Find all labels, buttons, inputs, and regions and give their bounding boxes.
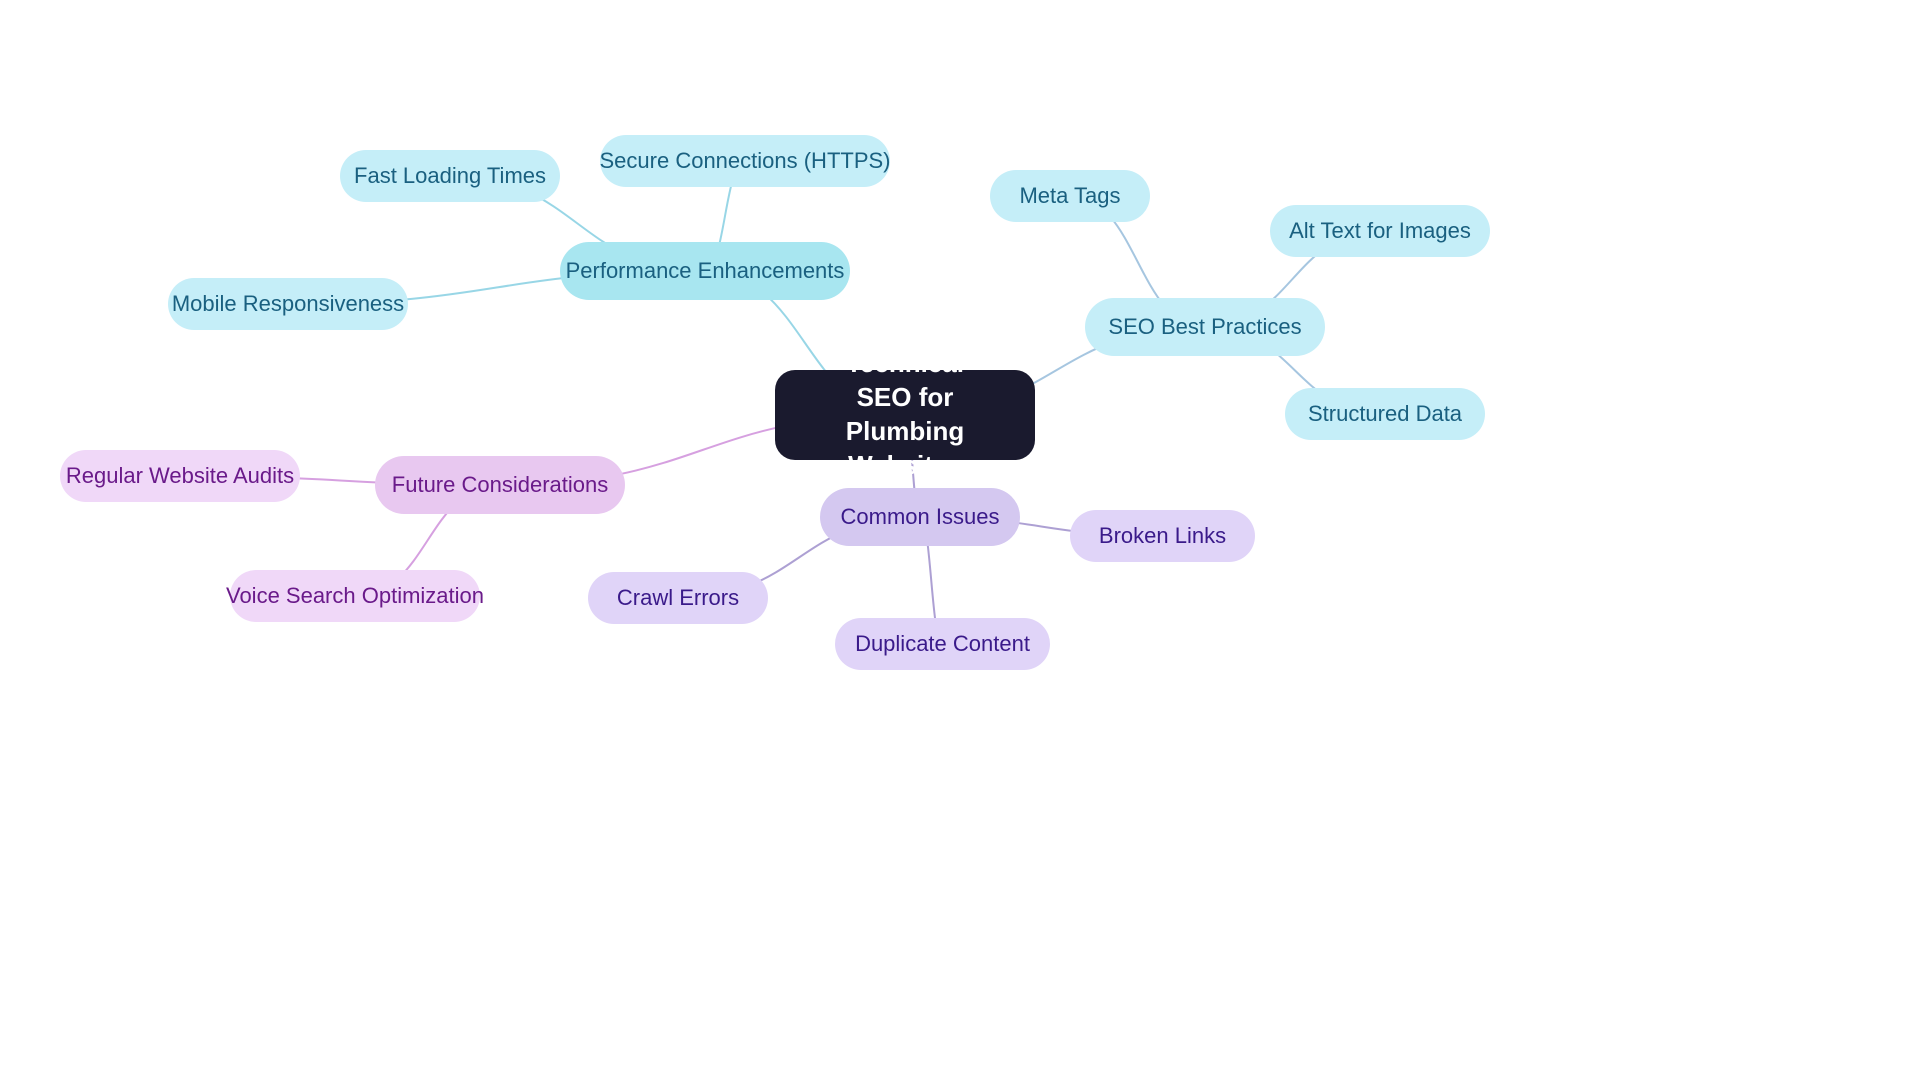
seo-best-practices-node[interactable]: SEO Best Practices [1085, 298, 1325, 356]
fast-loading-node[interactable]: Fast Loading Times [340, 150, 560, 202]
voice-search-node[interactable]: Voice Search Optimization [230, 570, 480, 622]
crawl-errors-node[interactable]: Crawl Errors [588, 572, 768, 624]
duplicate-content-node[interactable]: Duplicate Content [835, 618, 1050, 670]
performance-node[interactable]: Performance Enhancements [560, 242, 850, 300]
future-considerations-node[interactable]: Future Considerations [375, 456, 625, 514]
alt-text-node[interactable]: Alt Text for Images [1270, 205, 1490, 257]
meta-tags-node[interactable]: Meta Tags [990, 170, 1150, 222]
regular-audits-node[interactable]: Regular Website Audits [60, 450, 300, 502]
mobile-responsiveness-node[interactable]: Mobile Responsiveness [168, 278, 408, 330]
common-issues-node[interactable]: Common Issues [820, 488, 1020, 546]
structured-data-node[interactable]: Structured Data [1285, 388, 1485, 440]
broken-links-node[interactable]: Broken Links [1070, 510, 1255, 562]
secure-connections-node[interactable]: Secure Connections (HTTPS) [600, 135, 890, 187]
center-node[interactable]: Technical SEO for Plumbing Websites [775, 370, 1035, 460]
